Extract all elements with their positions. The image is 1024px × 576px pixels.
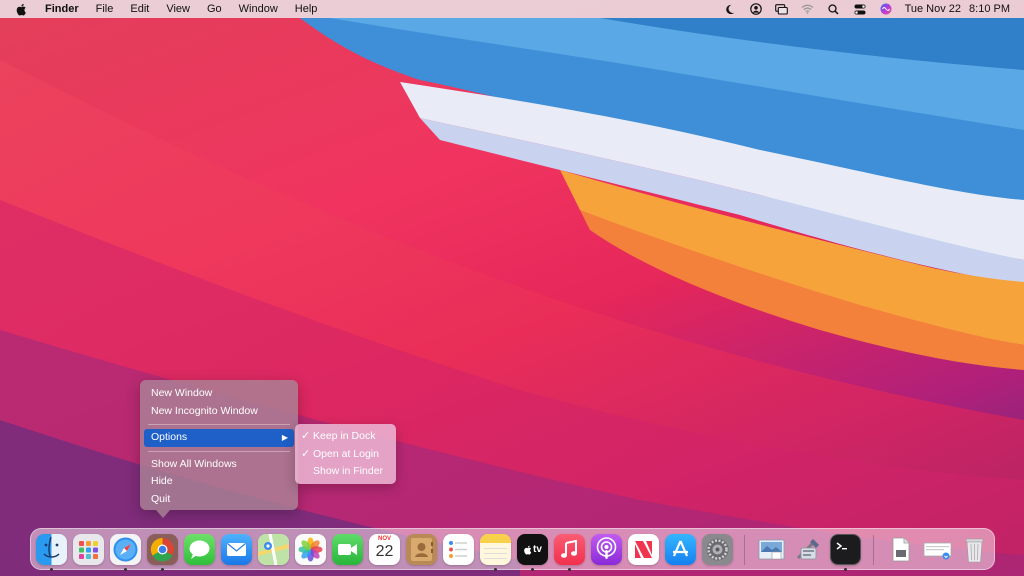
screen-mirroring-icon[interactable] xyxy=(775,3,789,15)
launchpad-icon[interactable] xyxy=(73,534,104,565)
dock-separator xyxy=(873,535,874,565)
facetime-icon[interactable] xyxy=(332,534,363,565)
news-icon[interactable] xyxy=(628,534,659,565)
menu-separator xyxy=(148,450,290,452)
messages-icon[interactable] xyxy=(184,534,215,565)
running-indicator xyxy=(494,568,497,571)
menu-bar: Finder File Edit View Go Window Help Tue… xyxy=(0,0,1024,18)
window-menu[interactable]: Window xyxy=(239,3,278,15)
status-area: Tue Nov 22 8:10 PM xyxy=(711,0,1010,18)
moon-icon[interactable] xyxy=(723,3,737,15)
contacts-icon[interactable] xyxy=(406,534,437,565)
reminders-icon[interactable] xyxy=(443,534,474,565)
submenu-arrow-icon: ▶ xyxy=(281,433,288,442)
checkmark-icon: ✓ xyxy=(301,447,311,460)
dock-separator xyxy=(744,535,745,565)
options-submenu: ✓ Keep in Dock ✓ Open at Login Show in F… xyxy=(295,424,396,484)
calendar-month: NOV xyxy=(377,536,391,542)
running-indicator xyxy=(531,568,534,571)
apple-menu-icon[interactable] xyxy=(15,3,29,16)
hide-menu-item[interactable]: Hide xyxy=(140,473,298,491)
keep-in-dock-menu-item[interactable]: ✓ Keep in Dock xyxy=(295,428,396,446)
control-center-icon[interactable] xyxy=(853,3,867,15)
downloads-stack-icon[interactable] xyxy=(922,534,953,565)
podcasts-icon[interactable] xyxy=(591,534,622,565)
tv-label: tv xyxy=(533,544,542,555)
dock-context-menu: New Window New Incognito Window Options … xyxy=(140,380,298,510)
running-indicator xyxy=(844,568,847,571)
document-icon[interactable] xyxy=(885,534,916,565)
go-menu[interactable]: Go xyxy=(207,3,222,15)
options-menu-item[interactable]: Options ▶ xyxy=(144,429,294,447)
mail-icon[interactable] xyxy=(221,534,252,565)
menu-separator xyxy=(148,424,290,425)
maps-icon[interactable] xyxy=(258,534,289,565)
quit-menu-item[interactable]: Quit xyxy=(140,491,298,509)
photos-icon[interactable] xyxy=(295,534,326,565)
running-indicator xyxy=(124,568,127,571)
music-icon[interactable] xyxy=(554,534,585,565)
checkmark-icon: ✓ xyxy=(301,430,311,442)
preview-icon[interactable] xyxy=(756,534,787,565)
running-indicator xyxy=(568,568,571,571)
siri-icon[interactable] xyxy=(879,3,893,15)
edit-menu[interactable]: Edit xyxy=(130,3,149,15)
view-menu[interactable]: View xyxy=(166,3,190,15)
notes-icon[interactable] xyxy=(480,534,511,565)
clock-time: 8:10 PM xyxy=(969,3,1010,15)
running-indicator xyxy=(161,568,164,571)
new-incognito-window-menu-item[interactable]: New Incognito Window xyxy=(140,403,298,421)
calendar-day: 22 xyxy=(375,543,394,560)
user-icon[interactable] xyxy=(749,3,763,15)
system-preferences-icon[interactable] xyxy=(702,534,733,565)
trash-icon[interactable] xyxy=(959,534,990,565)
terminal-icon[interactable] xyxy=(830,534,861,565)
app-store-icon[interactable] xyxy=(665,534,696,565)
finder-icon[interactable] xyxy=(36,534,67,565)
help-menu[interactable]: Help xyxy=(295,3,318,15)
clock-date: Tue Nov 22 xyxy=(904,3,962,15)
show-in-finder-menu-item[interactable]: Show in Finder xyxy=(295,463,396,481)
context-menu-pointer xyxy=(156,510,170,518)
chrome-icon[interactable] xyxy=(147,534,178,565)
dock: NOV 22 tv xyxy=(30,528,995,571)
file-menu[interactable]: File xyxy=(96,3,114,15)
menu-bar-clock[interactable]: Tue Nov 22 8:10 PM xyxy=(905,3,1010,15)
open-at-login-menu-item[interactable]: ✓ Open at Login xyxy=(295,446,396,464)
keep-in-dock-label: Keep in Dock xyxy=(313,430,376,442)
calendar-icon[interactable]: NOV 22 xyxy=(369,534,400,565)
safari-icon[interactable] xyxy=(110,534,141,565)
show-all-windows-menu-item[interactable]: Show All Windows xyxy=(140,456,298,474)
running-indicator xyxy=(50,568,53,571)
apple-tv-icon[interactable]: tv xyxy=(517,534,548,565)
options-label: Options xyxy=(151,431,188,443)
app-name-menu[interactable]: Finder xyxy=(45,3,79,15)
utility-app-icon[interactable] xyxy=(793,534,824,565)
wifi-icon[interactable] xyxy=(801,3,815,15)
new-window-menu-item[interactable]: New Window xyxy=(140,385,298,403)
open-at-login-label: Open at Login xyxy=(313,447,379,460)
spotlight-search-icon[interactable] xyxy=(827,3,841,15)
